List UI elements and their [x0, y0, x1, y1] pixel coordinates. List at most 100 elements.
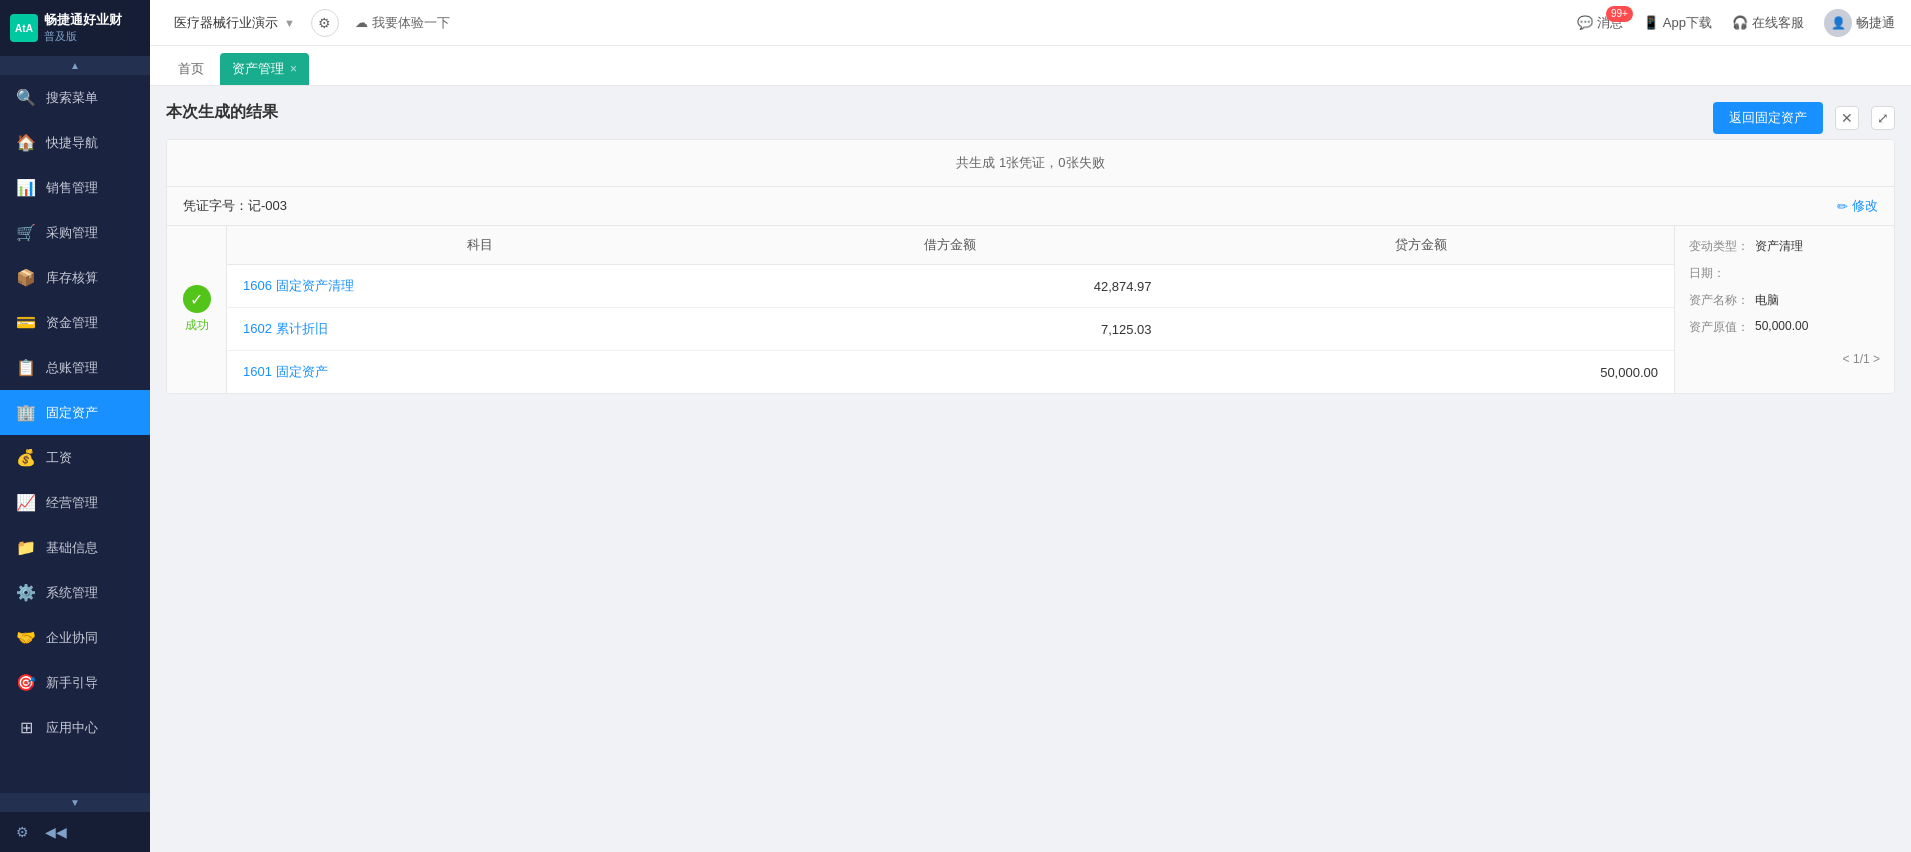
change-type-value: 资产清理 — [1755, 238, 1803, 255]
credit-2: 50,000.00 — [1168, 351, 1674, 394]
sidebar-item-label: 新手引导 — [46, 674, 98, 692]
sidebar-item-payroll[interactable]: 💰 工资 — [0, 435, 150, 480]
messages-button[interactable]: 💬 消息 99+ — [1577, 14, 1623, 32]
scroll-up-arrow[interactable]: ▲ — [0, 56, 150, 75]
side-pagination: < 1/1 > — [1689, 352, 1880, 366]
sidebar-item-base-info[interactable]: 📁 基础信息 — [0, 525, 150, 570]
tab-home[interactable]: 首页 — [166, 53, 216, 85]
table-row: 1606 固定资产清理 42,874.97 — [227, 265, 1674, 308]
success-indicator: ✓ 成功 — [167, 226, 227, 393]
content-area: 本次生成的结果 返回固定资产 ✕ ⤢ 共生成 1张凭证，0张失败 凭证字号：记-… — [150, 86, 1911, 852]
support-button[interactable]: 🎧 在线客服 — [1732, 14, 1804, 32]
sidebar-collapse-icon[interactable]: ◀◀ — [45, 824, 67, 840]
target-icon: 🎯 — [16, 673, 36, 692]
sidebar-item-label: 经营管理 — [46, 494, 98, 512]
subject-link-1[interactable]: 1602 累计折旧 — [243, 321, 328, 336]
tab-home-label: 首页 — [178, 60, 204, 78]
topbar: 医疗器械行业演示 ▼ ⚙ ☁ 我要体验一下 💬 消息 99+ 📱 App下载 🎧… — [150, 0, 1911, 46]
trend-icon: 📈 — [16, 493, 36, 512]
result-summary: 共生成 1张凭证，0张失败 — [167, 140, 1894, 187]
sidebar-item-ledger[interactable]: 📋 总账管理 — [0, 345, 150, 390]
sidebar-item-enterprise[interactable]: 🤝 企业协同 — [0, 615, 150, 660]
experience-text: 我要体验一下 — [372, 14, 450, 32]
side-asset-name: 资产名称： 电脑 — [1689, 292, 1880, 309]
next-icon[interactable]: > — [1873, 352, 1880, 366]
username-label: 畅捷通 — [1856, 14, 1895, 32]
sidebar-item-label: 快捷导航 — [46, 134, 98, 152]
voucher-main: ✓ 成功 科目 借方金额 贷方金额 — [167, 226, 1674, 393]
user-menu[interactable]: 👤 畅捷通 — [1824, 9, 1895, 37]
col-header-subject: 科目 — [227, 226, 733, 265]
success-text: 成功 — [185, 317, 209, 334]
result-card: 共生成 1张凭证，0张失败 凭证字号：记-003 ✏ 修改 ✓ — [166, 139, 1895, 394]
sidebar-item-label: 企业协同 — [46, 629, 98, 647]
sidebar-item-fixed-assets[interactable]: 🏢 固定资产 — [0, 390, 150, 435]
edit-label: 修改 — [1852, 197, 1878, 215]
cloud-icon: ☁ — [355, 15, 368, 30]
debit-1: 7,125.03 — [733, 308, 1167, 351]
sidebar-item-label: 库存核算 — [46, 269, 98, 287]
debit-0: 42,874.97 — [733, 265, 1167, 308]
sidebar-item-finance[interactable]: 💳 资金管理 — [0, 300, 150, 345]
search-icon: 🔍 — [16, 88, 36, 107]
headset-icon: 🎧 — [1732, 15, 1748, 30]
credit-1 — [1168, 308, 1674, 351]
subject-link-2[interactable]: 1601 固定资产 — [243, 364, 328, 379]
side-change-type: 变动类型： 资产清理 — [1689, 238, 1880, 255]
sidebar: AtA 畅捷通好业财 普及版 ▲ 🔍 搜索菜单 🏠 快捷导航 📊 销售管理 🛒 … — [0, 0, 150, 852]
table-row: 1601 固定资产 50,000.00 — [227, 351, 1674, 394]
sidebar-item-guide[interactable]: 🎯 新手引导 — [0, 660, 150, 705]
sidebar-settings-icon[interactable]: ⚙ — [16, 824, 29, 840]
success-badge: ✓ 成功 — [183, 285, 211, 334]
sidebar-item-search[interactable]: 🔍 搜索菜单 — [0, 75, 150, 120]
card-icon: 💳 — [16, 313, 36, 332]
clipboard-icon: 📋 — [16, 358, 36, 377]
chevron-up-icon: ▲ — [70, 60, 80, 71]
tab-bar: 首页 资产管理 × — [150, 46, 1911, 86]
topbar-settings-button[interactable]: ⚙ — [311, 9, 339, 37]
company-selector[interactable]: 医疗器械行业演示 ▼ — [166, 10, 303, 36]
sidebar-item-purchase[interactable]: 🛒 采购管理 — [0, 210, 150, 255]
tab-close-icon[interactable]: × — [290, 62, 297, 76]
voucher-table-wrapper: 科目 借方金额 贷方金额 1606 固定资产清理 — [227, 226, 1674, 393]
edit-button[interactable]: ✏ 修改 — [1837, 197, 1878, 215]
scroll-down-arrow[interactable]: ▼ — [0, 793, 150, 812]
money-icon: 💰 — [16, 448, 36, 467]
sidebar-item-label: 系统管理 — [46, 584, 98, 602]
close-icon: ✕ — [1841, 110, 1853, 126]
return-button[interactable]: 返回固定资产 — [1713, 102, 1823, 134]
logo-icon: AtA — [10, 14, 38, 42]
side-date: 日期： — [1689, 265, 1880, 282]
sidebar-item-app-center[interactable]: ⊞ 应用中心 — [0, 705, 150, 750]
success-circle: ✓ — [183, 285, 211, 313]
sidebar-item-label: 搜索菜单 — [46, 89, 98, 107]
change-type-label: 变动类型： — [1689, 238, 1749, 255]
gear-icon: ⚙️ — [16, 583, 36, 602]
experience-button[interactable]: ☁ 我要体验一下 — [347, 10, 458, 36]
debit-2 — [733, 351, 1167, 394]
sidebar-item-quick-nav[interactable]: 🏠 快捷导航 — [0, 120, 150, 165]
app-download-button[interactable]: 📱 App下载 — [1643, 14, 1712, 32]
side-asset-original: 资产原值： 50,000.00 — [1689, 319, 1880, 336]
logo-sub: 普及版 — [44, 29, 122, 43]
expand-panel-button[interactable]: ⤢ — [1871, 106, 1895, 130]
grid-icon: ⊞ — [16, 718, 36, 737]
box-icon: 📦 — [16, 268, 36, 287]
sidebar-item-inventory[interactable]: 📦 库存核算 — [0, 255, 150, 300]
tab-asset-mgmt[interactable]: 资产管理 × — [220, 53, 309, 85]
logo-text: 畅捷通好业财 — [44, 12, 122, 29]
sidebar-nav: 🔍 搜索菜单 🏠 快捷导航 📊 销售管理 🛒 采购管理 📦 库存核算 💳 资金管… — [0, 75, 150, 793]
sidebar-item-operations[interactable]: 📈 经营管理 — [0, 480, 150, 525]
sidebar-item-sales[interactable]: 📊 销售管理 — [0, 165, 150, 210]
app-download-label: App下载 — [1663, 14, 1712, 32]
sidebar-item-label: 总账管理 — [46, 359, 98, 377]
chevron-down-icon: ▼ — [70, 797, 80, 808]
app-logo: AtA 畅捷通好业财 普及版 — [0, 0, 150, 56]
subject-link-0[interactable]: 1606 固定资产清理 — [243, 278, 354, 293]
chart-icon: 📊 — [16, 178, 36, 197]
prev-icon[interactable]: < — [1843, 352, 1850, 366]
col-header-credit: 贷方金额 — [1168, 226, 1674, 265]
sidebar-item-system[interactable]: ⚙️ 系统管理 — [0, 570, 150, 615]
close-panel-button[interactable]: ✕ — [1835, 106, 1859, 130]
building-icon: 🏢 — [16, 403, 36, 422]
